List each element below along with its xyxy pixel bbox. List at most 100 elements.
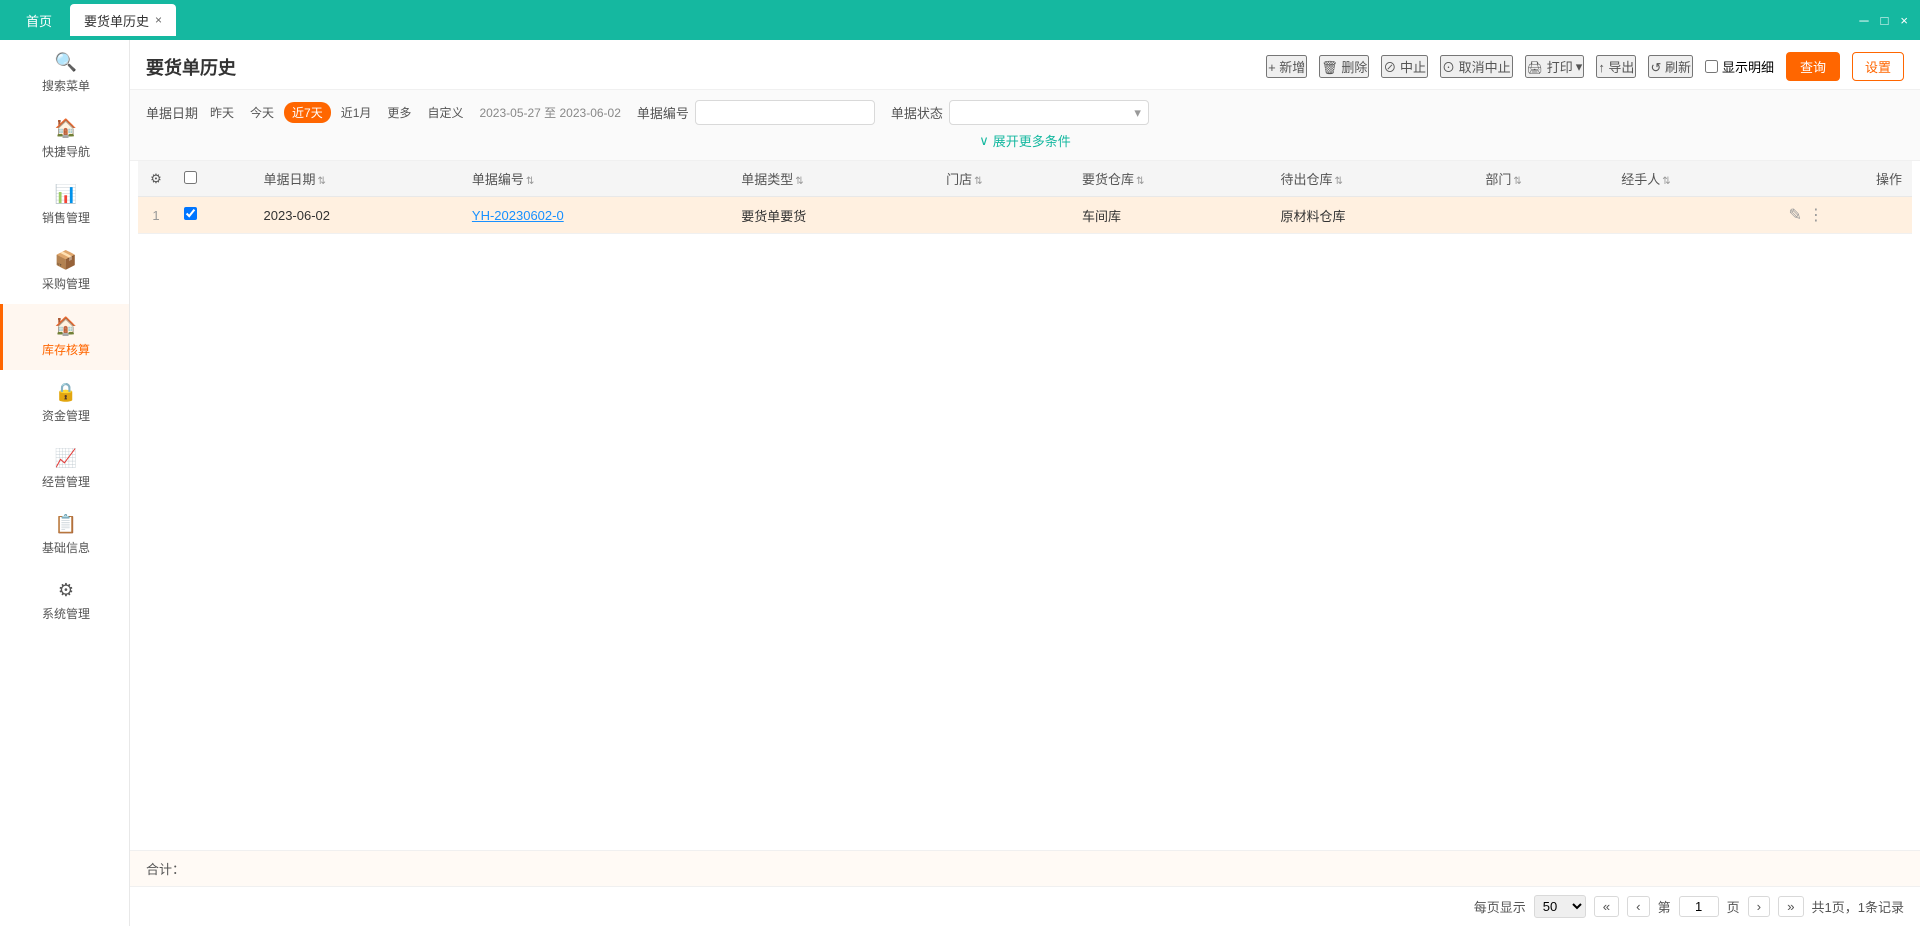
- display-detail-checkbox[interactable]: [1705, 60, 1718, 73]
- filter-area: 单据日期 昨天 今天 近7天 近1月 更多 自定义 2023-05-27 至 2…: [130, 90, 1920, 161]
- action-cell: ✎ ⋮: [1788, 205, 1902, 225]
- sidebar-item-label: 库存核算: [42, 341, 90, 358]
- display-detail-toggle[interactable]: 显示明细: [1705, 57, 1774, 76]
- th-store[interactable]: 门店⇅: [936, 161, 1072, 197]
- first-page-btn[interactable]: «: [1594, 896, 1619, 917]
- row-select-checkbox[interactable]: [184, 207, 197, 220]
- sidebar-item-search-menu[interactable]: 🔍 搜索菜单: [0, 40, 129, 106]
- row-docno[interactable]: YH-20230602-0: [462, 197, 731, 234]
- th-checkbox[interactable]: [174, 161, 254, 197]
- row-req-warehouse: 车间库: [1072, 197, 1271, 234]
- per-page-select[interactable]: 50 100: [1534, 895, 1586, 918]
- operation-icon: 📈: [55, 448, 77, 469]
- expand-label: 展开更多条件: [993, 131, 1071, 150]
- status-select-wrapper: [949, 100, 1149, 125]
- page-number-input[interactable]: [1679, 896, 1719, 917]
- next-page-btn[interactable]: ›: [1748, 896, 1770, 917]
- expand-icon: ∨: [979, 133, 989, 149]
- sidebar-item-finance[interactable]: 🔒 资金管理: [0, 370, 129, 436]
- th-dept[interactable]: 部门⇅: [1475, 161, 1611, 197]
- sort-icon-store: ⇅: [974, 176, 982, 187]
- th-handler[interactable]: 经手人⇅: [1611, 161, 1778, 197]
- date-btn-1month[interactable]: 近1月: [335, 102, 378, 123]
- date-filter-label: 单据日期: [146, 103, 198, 122]
- date-btn-7days[interactable]: 近7天: [284, 102, 331, 123]
- date-btn-today[interactable]: 今天: [244, 102, 280, 123]
- more-action-icon[interactable]: ⋮: [1808, 205, 1824, 225]
- docno-filter-label: 单据编号: [637, 103, 689, 122]
- close-tab-icon[interactable]: ×: [155, 13, 162, 27]
- last-page-btn[interactable]: »: [1778, 896, 1803, 917]
- print-dropdown-icon: ▾: [1576, 59, 1583, 75]
- row-pending-warehouse: 原材料仓库: [1271, 197, 1476, 234]
- select-all-checkbox[interactable]: [184, 171, 197, 184]
- row-checkbox[interactable]: [174, 197, 254, 234]
- sort-icon-handler: ⇅: [1662, 176, 1670, 187]
- sort-icon-req: ⇅: [1136, 176, 1144, 187]
- sidebar-item-label: 采购管理: [42, 275, 90, 292]
- prev-page-btn[interactable]: ‹: [1627, 896, 1649, 917]
- top-bar: 首页 要货单历史 × ─ □ ×: [0, 0, 1920, 40]
- window-controls: ─ □ ×: [1859, 13, 1908, 28]
- settings-button[interactable]: 设置: [1852, 52, 1904, 81]
- date-btn-yesterday[interactable]: 昨天: [204, 102, 240, 123]
- sort-icon-docno: ⇅: [526, 176, 534, 187]
- row-actions: ✎ ⋮: [1778, 197, 1912, 234]
- sidebar-item-label: 系统管理: [42, 605, 90, 622]
- new-button[interactable]: + 新增: [1266, 55, 1307, 78]
- maximize-btn[interactable]: □: [1881, 13, 1889, 28]
- sort-icon-dept: ⇅: [1513, 176, 1521, 187]
- filter-row: 单据日期 昨天 今天 近7天 近1月 更多 自定义 2023-05-27 至 2…: [146, 100, 1904, 125]
- sidebar-item-operation[interactable]: 📈 经营管理: [0, 436, 129, 502]
- sidebar-item-basic-info[interactable]: 📋 基础信息: [0, 502, 129, 568]
- th-date[interactable]: 单据日期⇅: [254, 161, 462, 197]
- th-docno[interactable]: 单据编号⇅: [462, 161, 731, 197]
- date-btn-more[interactable]: 更多: [381, 102, 417, 123]
- close-window-btn[interactable]: ×: [1900, 13, 1908, 28]
- sidebar-item-purchase[interactable]: 📦 采购管理: [0, 238, 129, 304]
- sidebar-item-quick-nav[interactable]: 🏠 快捷导航: [0, 106, 129, 172]
- active-tab-label: 要货单历史: [84, 11, 149, 30]
- query-button[interactable]: 查询: [1786, 52, 1840, 81]
- refresh-button[interactable]: ↺ 刷新: [1648, 55, 1693, 78]
- row-dept: [1475, 197, 1611, 234]
- delete-button[interactable]: 🗑 删除: [1319, 55, 1369, 78]
- minimize-btn[interactable]: ─: [1859, 13, 1868, 28]
- row-date: 2023-06-02: [254, 197, 462, 234]
- th-req-warehouse[interactable]: 要货仓库⇅: [1072, 161, 1271, 197]
- sales-icon: 📊: [55, 184, 77, 205]
- sidebar-item-sales[interactable]: 📊 销售管理: [0, 172, 129, 238]
- status-select[interactable]: [949, 100, 1149, 125]
- docno-input[interactable]: [695, 100, 875, 125]
- total-info: 共1页，1条记录: [1812, 897, 1904, 916]
- home-tab[interactable]: 首页: [12, 4, 66, 36]
- per-page-label: 每页显示: [1474, 897, 1526, 916]
- th-settings[interactable]: ⚙: [138, 161, 174, 197]
- table-body: 1 2023-06-02 YH-20230602-0 要货单要货 车间库 原材料…: [138, 197, 1912, 234]
- cancel-stop-button[interactable]: ⊙ 取消中止: [1440, 55, 1513, 78]
- print-button[interactable]: 🖨 打印 ▾: [1525, 55, 1585, 78]
- footer-summary: 合计：: [130, 850, 1920, 886]
- sidebar: 🔍 搜索菜单 🏠 快捷导航 📊 销售管理 📦 采购管理 🏠 库存核算 🔒 资金管…: [0, 40, 130, 926]
- data-table: ⚙ 单据日期⇅ 单据编号⇅ 单据类型⇅ 门店⇅ 要货仓库⇅ 待出仓库⇅ 部门⇅ …: [138, 161, 1912, 234]
- stop-button[interactable]: ⊘ 中止: [1381, 55, 1428, 78]
- th-doctype[interactable]: 单据类型⇅: [731, 161, 936, 197]
- sort-icon-pending: ⇅: [1335, 176, 1343, 187]
- table-head: ⚙ 单据日期⇅ 单据编号⇅ 单据类型⇅ 门店⇅ 要货仓库⇅ 待出仓库⇅ 部门⇅ …: [138, 161, 1912, 197]
- date-range-display: 2023-05-27 至 2023-06-02: [479, 104, 620, 121]
- pagination: 每页显示 50 100 « ‹ 第 页 › » 共1页，1条记录: [130, 886, 1920, 926]
- expand-more-btn[interactable]: ∨ 展开更多条件: [146, 131, 1904, 150]
- active-tab[interactable]: 要货单历史 ×: [70, 4, 176, 36]
- row-docno-link[interactable]: YH-20230602-0: [472, 208, 564, 223]
- edit-action-icon[interactable]: ✎: [1788, 205, 1801, 225]
- sidebar-item-system[interactable]: ⚙ 系统管理: [0, 568, 129, 634]
- sidebar-item-inventory[interactable]: 🏠 库存核算: [0, 304, 129, 370]
- sidebar-item-label: 快捷导航: [42, 143, 90, 160]
- sidebar-item-label: 资金管理: [42, 407, 90, 424]
- status-filter-label: 单据状态: [891, 103, 943, 122]
- th-pending-warehouse[interactable]: 待出仓库⇅: [1271, 161, 1476, 197]
- date-btn-custom[interactable]: 自定义: [421, 102, 469, 123]
- table-row[interactable]: 1 2023-06-02 YH-20230602-0 要货单要货 车间库 原材料…: [138, 197, 1912, 234]
- th-action: 操作: [1778, 161, 1912, 197]
- export-button[interactable]: ↑ 导出: [1596, 55, 1636, 78]
